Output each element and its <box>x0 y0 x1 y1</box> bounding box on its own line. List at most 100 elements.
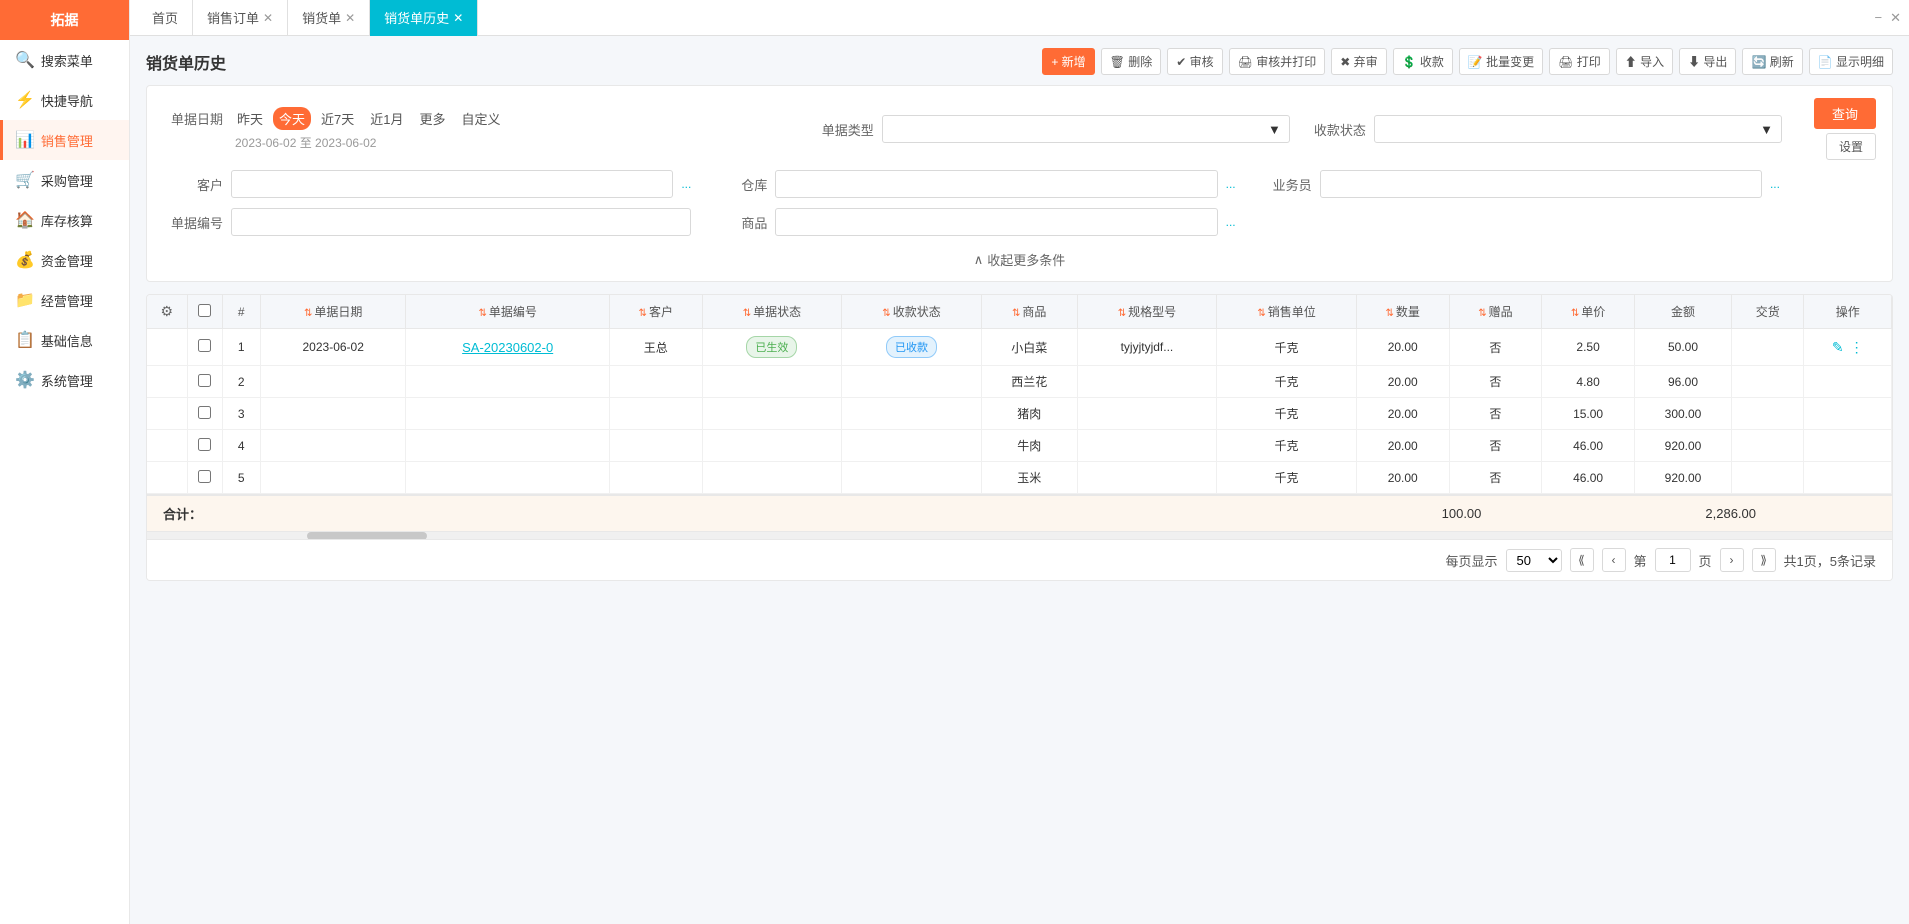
col-operation-cell[interactable] <box>1804 366 1892 398</box>
collect-button[interactable]: 💲 收款 <box>1393 48 1453 75</box>
col-checkbox-cell[interactable] <box>187 398 222 430</box>
date-today[interactable]: 今天 <box>273 107 311 130</box>
staff-input[interactable] <box>1320 170 1762 198</box>
doc-num-input[interactable] <box>231 208 691 236</box>
query-button[interactable]: 查询 <box>1814 98 1876 129</box>
col-goods[interactable]: ⇅商品 <box>981 295 1077 329</box>
col-checkbox-cell[interactable] <box>187 430 222 462</box>
sidebar-item-finance-mgmt[interactable]: 💰 资金管理 <box>0 240 129 280</box>
tab-close-history[interactable]: ✕ <box>453 11 463 25</box>
customer-input[interactable] <box>231 170 673 198</box>
col-doc-num-cell[interactable] <box>406 462 609 494</box>
tab-close-sales-goods[interactable]: ✕ <box>345 11 355 25</box>
tabs-expand-icon[interactable]: − <box>1875 10 1883 25</box>
col-sales-unit-cell: 千克 <box>1217 398 1357 430</box>
page-prev-button[interactable]: ‹ <box>1602 548 1626 572</box>
col-sales-unit[interactable]: ⇅销售单位 <box>1217 295 1357 329</box>
col-checkbox-cell[interactable] <box>187 329 222 366</box>
table-gear-icon[interactable]: ⚙ <box>160 303 173 319</box>
col-doc-date-cell <box>260 366 405 398</box>
date-more[interactable]: 更多 <box>414 107 452 130</box>
edit-icon[interactable]: ✎ <box>1832 339 1844 356</box>
row-checkbox[interactable] <box>198 339 211 352</box>
tab-sales-order[interactable]: 销售订单 ✕ <box>193 0 288 36</box>
col-quantity[interactable]: ⇅数量 <box>1356 295 1449 329</box>
col-checkbox-cell[interactable] <box>187 366 222 398</box>
col-customer[interactable]: ⇅客户 <box>609 295 702 329</box>
doc-num-link[interactable]: SA-20230602-0 <box>462 340 553 355</box>
display-detail-button[interactable]: 📄 显示明细 <box>1809 48 1893 75</box>
date-yesterday[interactable]: 昨天 <box>231 107 269 130</box>
col-doc-num[interactable]: ⇅单据编号 <box>406 295 609 329</box>
page-size-select[interactable]: 50 100 200 <box>1506 549 1562 572</box>
sidebar-item-basic-info[interactable]: 📋 基础信息 <box>0 320 129 360</box>
collect-status-select[interactable]: ▼ <box>1374 115 1782 143</box>
sidebar-item-search-menu[interactable]: 🔍 搜索菜单 <box>0 40 129 80</box>
export-button[interactable]: ⬇ 导出 <box>1679 48 1736 75</box>
col-gear[interactable]: ⚙ <box>147 295 187 329</box>
sidebar-item-sys-mgmt[interactable]: ⚙️ 系统管理 <box>0 360 129 400</box>
col-checkbox-cell[interactable] <box>187 462 222 494</box>
page-input[interactable] <box>1655 548 1691 572</box>
audit-print-button[interactable]: 🖨 审核并打印 <box>1229 48 1326 75</box>
col-gift-cell: 否 <box>1449 462 1542 494</box>
col-spec[interactable]: ⇅规格型号 <box>1077 295 1217 329</box>
page-last-button[interactable]: ⟫ <box>1752 548 1776 572</box>
col-unit-price[interactable]: ⇅单价 <box>1542 295 1635 329</box>
collapse-button[interactable]: ∧ 收起更多条件 <box>974 250 1066 269</box>
print-button[interactable]: 🖨 打印 <box>1549 48 1610 75</box>
row-checkbox[interactable] <box>198 406 211 419</box>
batch-change-button[interactable]: 📝 批量变更 <box>1459 48 1543 75</box>
date-7days[interactable]: 近7天 <box>315 107 360 130</box>
col-doc-date[interactable]: ⇅单据日期 <box>260 295 405 329</box>
col-row-num-cell: 4 <box>222 430 260 462</box>
col-operation-cell[interactable] <box>1804 398 1892 430</box>
col-doc-num-cell[interactable] <box>406 366 609 398</box>
tab-sales-goods[interactable]: 销货单 ✕ <box>288 0 370 36</box>
goods-input[interactable] <box>775 208 1217 236</box>
sidebar-item-quick-nav[interactable]: ⚡ 快捷导航 <box>0 80 129 120</box>
col-gift[interactable]: ⇅赠品 <box>1449 295 1542 329</box>
sidebar-item-purchase-mgmt[interactable]: 🛒 采购管理 <box>0 160 129 200</box>
col-sales-unit-cell: 千克 <box>1217 462 1357 494</box>
more-icon[interactable]: ⋮ <box>1850 339 1864 356</box>
date-custom[interactable]: 自定义 <box>456 107 507 130</box>
doc-type-select[interactable]: ▼ <box>882 115 1290 143</box>
refresh-button[interactable]: 🔄 刷新 <box>1742 48 1802 75</box>
import-button[interactable]: ⬆ 导入 <box>1616 48 1673 75</box>
tab-home[interactable]: 首页 <box>138 0 193 36</box>
new-button[interactable]: + 新增 <box>1042 48 1094 75</box>
row-checkbox[interactable] <box>198 470 211 483</box>
col-doc-num-cell[interactable]: SA-20230602-0 <box>406 329 609 366</box>
settings-button[interactable]: 设置 <box>1826 133 1876 160</box>
customer-lookup-icon[interactable]: ... <box>681 177 691 191</box>
col-collect-status[interactable]: ⇅收款状态 <box>842 295 982 329</box>
warehouse-lookup-icon[interactable]: ... <box>1226 177 1236 191</box>
goods-lookup-icon[interactable]: ... <box>1226 215 1236 229</box>
col-doc-status[interactable]: ⇅单据状态 <box>702 295 842 329</box>
date-1month[interactable]: 近1月 <box>364 107 409 130</box>
search-row-2: 客户 ... 仓库 ... 业务员 ... <box>163 170 1876 198</box>
warehouse-input[interactable] <box>775 170 1217 198</box>
col-operation-cell[interactable] <box>1804 462 1892 494</box>
tabs-close-all-icon[interactable]: ✕ <box>1890 10 1901 26</box>
audit-button[interactable]: ✔ 审核 <box>1167 48 1222 75</box>
col-quantity-cell: 20.00 <box>1356 398 1449 430</box>
page-next-button[interactable]: › <box>1720 548 1744 572</box>
tab-close-sales-order[interactable]: ✕ <box>263 11 273 25</box>
tab-sales-goods-history[interactable]: 销货单历史 ✕ <box>370 0 478 36</box>
staff-lookup-icon[interactable]: ... <box>1770 177 1780 191</box>
abandon-button[interactable]: ✖ 弃审 <box>1331 48 1386 75</box>
sidebar-item-ops-mgmt[interactable]: 📁 经营管理 <box>0 280 129 320</box>
sidebar-item-sales-mgmt[interactable]: 📊 销售管理 <box>0 120 129 160</box>
row-checkbox[interactable] <box>198 374 211 387</box>
col-operation-cell[interactable] <box>1804 430 1892 462</box>
sidebar-item-inventory[interactable]: 🏠 库存核算 <box>0 200 129 240</box>
col-doc-num-cell[interactable] <box>406 430 609 462</box>
col-operation-cell[interactable]: ✎⋮ <box>1804 329 1892 366</box>
page-first-button[interactable]: ⟪ <box>1570 548 1594 572</box>
delete-button[interactable]: 🗑 删除 <box>1101 48 1162 75</box>
select-all-checkbox[interactable] <box>198 304 211 317</box>
col-doc-num-cell[interactable] <box>406 398 609 430</box>
row-checkbox[interactable] <box>198 438 211 451</box>
